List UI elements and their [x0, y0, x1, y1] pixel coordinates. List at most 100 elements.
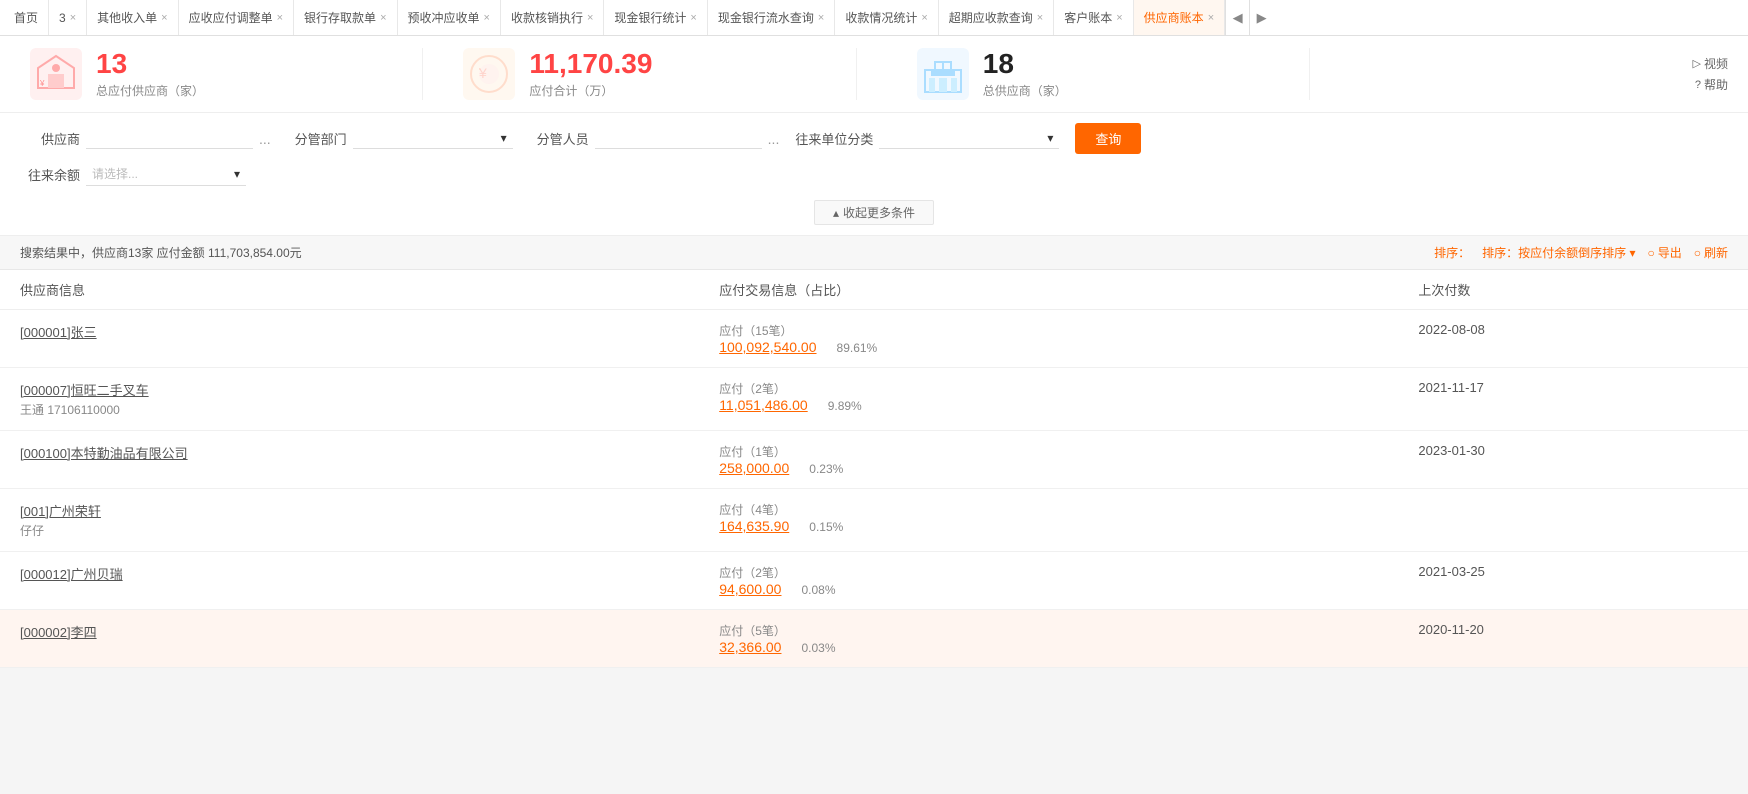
summary-card-payable-total: ¥ 11,170.39 应付合计（万） [423, 48, 856, 100]
person-input[interactable] [595, 128, 762, 149]
close-tab-receipt-verify-icon[interactable]: × [587, 12, 593, 24]
tx-cell: 应付（5笔）32,366.000.03% [699, 610, 1398, 668]
nav-tab-cash-bank-stat-label: 现金银行统计 [614, 9, 686, 26]
tx-amount[interactable]: 164,635.90 [719, 518, 789, 534]
last-pay-cell: 2021-03-25 [1398, 552, 1748, 610]
nav-tab-receipt-verify[interactable]: 收款核销执行 × [501, 0, 604, 36]
tx-percent: 0.03% [801, 641, 835, 655]
close-tab-customer-book-icon[interactable]: × [1116, 12, 1122, 24]
tx-amount[interactable]: 258,000.00 [719, 460, 789, 476]
nav-next-arrow[interactable]: ▶ [1249, 0, 1273, 36]
dept-filter: 分管部门 ▾ [287, 128, 513, 149]
tx-amount[interactable]: 94,600.00 [719, 581, 781, 597]
tx-amount[interactable]: 32,366.00 [719, 639, 781, 655]
nav-tab-other-income[interactable]: 其他收入单 × [87, 0, 178, 36]
summary-card-total-suppliers: 18 总供应商（家） [857, 48, 1310, 100]
supplier-cell: [000001]张三 [0, 310, 699, 368]
close-tab-supplier-book-icon[interactable]: × [1208, 12, 1214, 24]
close-tab-prepaid-ar-icon[interactable]: × [484, 12, 490, 24]
tx-amount-row: 32,366.00 0.03% [719, 639, 1378, 655]
supplier-ellipsis-icon[interactable]: ... [259, 131, 271, 147]
nav-tab-prepaid-ar[interactable]: 预收冲应收单 × [398, 0, 501, 36]
refresh-button[interactable]: ○ 刷新 [1694, 244, 1728, 261]
nav-tab-customer-book-label: 客户账本 [1064, 9, 1112, 26]
category-select[interactable]: ▾ [879, 128, 1059, 149]
tx-label: 应付（2笔） [719, 380, 1378, 397]
help-icon: ? [1695, 79, 1701, 91]
nav-tab-other-income-label: 其他收入单 [97, 9, 157, 26]
nav-tab-supplier-book-label: 供应商账本 [1144, 9, 1204, 26]
collapse-filter-button[interactable]: ▴ 收起更多条件 [814, 200, 934, 225]
nav-tab-3[interactable]: 3 × [49, 0, 87, 36]
supplier-link[interactable]: [000012]广州贝瑞 [20, 567, 123, 582]
tx-cell: 应付（4笔）164,635.90 0.15% [699, 489, 1398, 552]
supplier-link[interactable]: [000002]李四 [20, 625, 97, 640]
sort-value[interactable]: 排序：按应付余额倒序排序 ▾ [1482, 244, 1635, 261]
supplier-cell: [000002]李四 [0, 610, 699, 668]
video-icon: ▷ [1693, 57, 1701, 70]
result-actions: 排序： 排序：按应付余额倒序排序 ▾ ○ 导出 ○ 刷新 [1434, 244, 1728, 261]
tx-amount-row: 164,635.90 0.15% [719, 518, 1378, 534]
nav-tab-home[interactable]: 首页 [4, 0, 49, 36]
dept-select[interactable]: ▾ [353, 128, 513, 149]
filter-row-1: 供应商 ... 分管部门 ▾ 分管人员 ... 往来单位分类 ▾ 查询 [20, 123, 1728, 154]
dept-chevron-down-icon: ▾ [501, 131, 507, 145]
nav-tab-overdue-ar[interactable]: 超期应收款查询 × [939, 0, 1054, 36]
tx-percent: 0.08% [801, 583, 835, 597]
close-tab-cash-bank-flow-icon[interactable]: × [818, 12, 824, 24]
card1-label: 总应付供应商（家） [96, 82, 204, 99]
nav-tab-ar-ap-adjust[interactable]: 应收应付调整单 × [179, 0, 294, 36]
supplier-link[interactable]: [001]广州荣轩 [20, 504, 101, 519]
nav-tab-home-label: 首页 [14, 9, 38, 26]
nav-tab-supplier-book[interactable]: 供应商账本 × [1134, 0, 1225, 36]
close-tab-ar-ap-adjust-icon[interactable]: × [277, 12, 283, 24]
col-header-last-pay: 上次付数 [1398, 270, 1748, 310]
video-link[interactable]: ▷ 视频 [1693, 55, 1728, 72]
person-filter-label: 分管人员 [529, 129, 589, 148]
close-tab-overdue-ar-icon[interactable]: × [1037, 12, 1043, 24]
export-button[interactable]: ○ 导出 [1647, 244, 1681, 261]
supplier-link[interactable]: [000007]恒旺二手叉车 [20, 383, 149, 398]
nav-tab-customer-book[interactable]: 客户账本 × [1054, 0, 1133, 36]
table-row: [000007]恒旺二手叉车王通 17106110000应付（2笔）11,051… [0, 368, 1748, 431]
tx-percent: 0.15% [809, 520, 843, 534]
close-tab-other-income-icon[interactable]: × [161, 12, 167, 24]
card2-label: 应付合计（万） [529, 82, 652, 99]
tx-cell: 应付（2笔）94,600.000.08% [699, 552, 1398, 610]
supplier-filter-label: 供应商 [20, 129, 80, 148]
person-ellipsis-icon[interactable]: ... [768, 131, 780, 147]
nav-tab-overdue-ar-label: 超期应收款查询 [949, 9, 1033, 26]
help-link[interactable]: ? 帮助 [1695, 76, 1728, 93]
nav-tab-bank-deposit[interactable]: 银行存取款单 × [294, 0, 397, 36]
supplier-link[interactable]: [000100]本特勤油品有限公司 [20, 446, 188, 461]
close-tab-cash-bank-stat-icon[interactable]: × [690, 12, 696, 24]
tx-amount-row: 258,000.000.23% [719, 460, 1378, 476]
close-tab-3-icon[interactable]: × [70, 12, 76, 24]
nav-tab-receipt-stat[interactable]: 收款情况统计 × [835, 0, 938, 36]
balance-chevron-down-icon: ▾ [234, 167, 240, 181]
close-tab-bank-deposit-icon[interactable]: × [380, 12, 386, 24]
supplier-link[interactable]: [000001]张三 [20, 325, 97, 340]
svg-text:¥: ¥ [39, 79, 45, 88]
last-pay-date: 2021-11-17 [1418, 380, 1484, 395]
filter-row-2: 往来余额 请选择... ▾ [20, 162, 1728, 186]
query-button[interactable]: 查询 [1075, 123, 1141, 154]
balance-select[interactable]: 请选择... ▾ [86, 162, 246, 186]
close-tab-receipt-stat-icon[interactable]: × [921, 12, 927, 24]
supplier-input[interactable] [86, 128, 253, 149]
card1-number: 13 [96, 49, 204, 80]
person-filter: 分管人员 ... [529, 128, 780, 149]
collapse-icon: ▴ [833, 206, 839, 220]
nav-tab-cash-bank-stat[interactable]: 现金银行统计 × [604, 0, 707, 36]
tx-amount[interactable]: 11,051,486.00 [719, 397, 808, 413]
nav-tab-receipt-stat-label: 收款情况统计 [845, 9, 917, 26]
summary-card-suppliers-payable: ¥ 13 总应付供应商（家） [20, 48, 423, 100]
tx-label: 应付（4笔） [719, 501, 1378, 518]
nav-prev-arrow[interactable]: ◀ [1225, 0, 1249, 36]
nav-tab-cash-bank-flow[interactable]: 现金银行流水查询 × [708, 0, 835, 36]
tx-amount[interactable]: 100,092,540.00 [719, 339, 816, 355]
nav-tab-cash-bank-flow-label: 现金银行流水查询 [718, 9, 814, 26]
refresh-icon: ○ [1694, 246, 1701, 260]
supplier-cell: [001]广州荣轩仔仔 [0, 489, 699, 552]
supplier-filter: 供应商 ... [20, 128, 271, 149]
